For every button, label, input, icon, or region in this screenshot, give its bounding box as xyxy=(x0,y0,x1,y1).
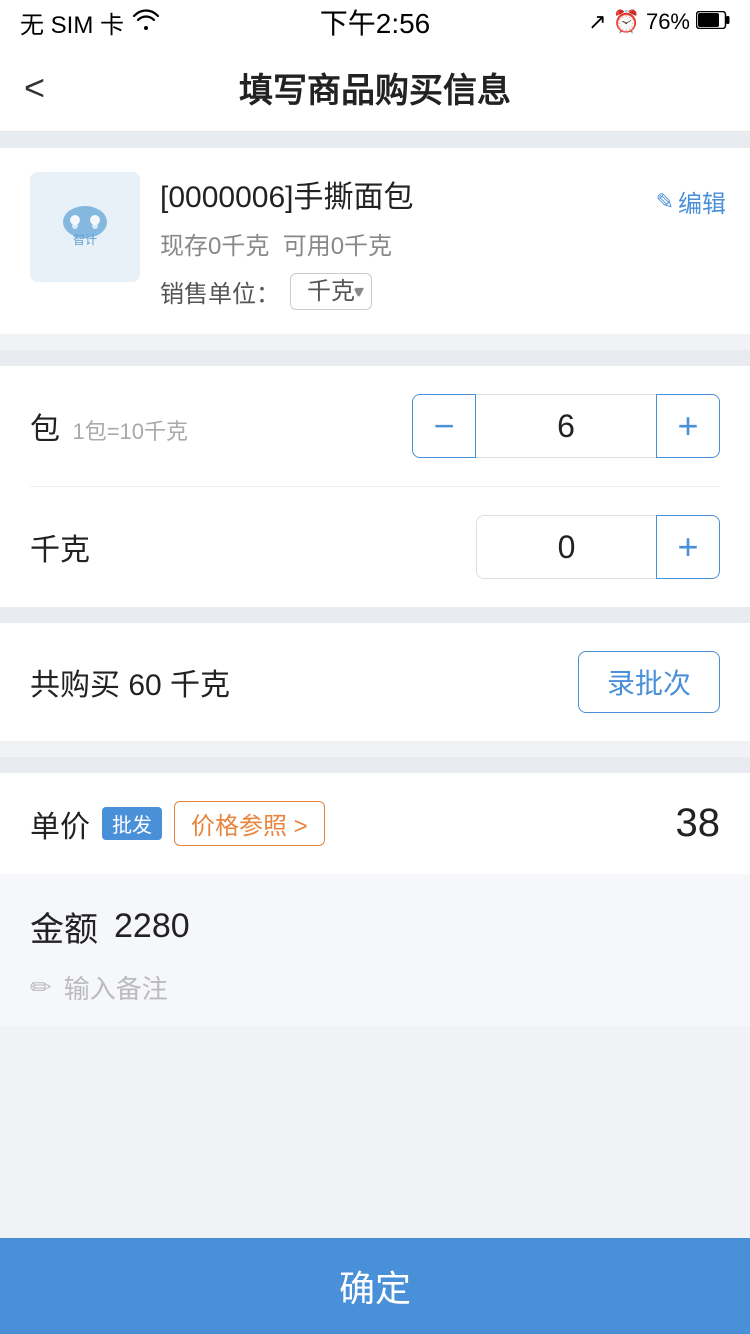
edit-button[interactable]: ✎ 编辑 xyxy=(656,184,726,219)
kg-input-row: 千克 + xyxy=(30,487,720,607)
section-divider-2 xyxy=(0,607,750,623)
product-card: 智计 [0000006]手撕面包 现存0千克 可用0千克 销售单位： 千克 ▾ xyxy=(0,148,750,334)
product-thumbnail: 智计 xyxy=(30,172,140,282)
amount-value: 2280 xyxy=(114,907,190,946)
kg-quantity-input[interactable] xyxy=(476,515,656,579)
unit-select[interactable]: 千克 xyxy=(290,273,372,310)
product-info: [0000006]手撕面包 现存0千克 可用0千克 销售单位： 千克 ▾ xyxy=(160,172,720,310)
status-bar: 无 SIM 卡 下午2:56 ↗ ⏰ 76% xyxy=(0,0,750,44)
main-content: 智计 [0000006]手撕面包 现存0千克 可用0千克 销售单位： 千克 ▾ xyxy=(0,132,750,1126)
bao-input-row: 包 1包=10千克 − + xyxy=(30,366,720,487)
unit-select-wrap[interactable]: 千克 ▾ xyxy=(290,273,372,310)
wifi-icon xyxy=(132,8,160,37)
input-section: 包 1包=10千克 − + 千克 + xyxy=(0,366,750,607)
svg-text:智计: 智计 xyxy=(73,232,97,247)
status-time: 下午2:56 xyxy=(320,2,431,42)
section-divider-3 xyxy=(0,757,750,773)
section-divider-1 xyxy=(0,350,750,366)
summary-section: 共购买 60 千克 录批次 xyxy=(0,623,750,741)
bao-increase-button[interactable]: + xyxy=(656,394,720,458)
summary-text: 共购买 60 千克 xyxy=(30,660,230,704)
price-value: 38 xyxy=(676,801,721,846)
product-unit-row: 销售单位： 千克 ▾ xyxy=(160,273,720,310)
price-reference-button[interactable]: 价格参照 > xyxy=(174,801,325,846)
location-icon: ↗ xyxy=(588,9,606,35)
alarm-icon: ⏰ xyxy=(613,9,640,35)
pencil-icon: ✏ xyxy=(30,972,52,1003)
bao-decrease-button[interactable]: − xyxy=(412,394,476,458)
remark-row[interactable]: ✏ 输入备注 xyxy=(30,969,720,1006)
status-left: 无 SIM 卡 xyxy=(20,5,160,40)
carrier-label: 无 SIM 卡 xyxy=(20,5,124,40)
battery-label: 76% xyxy=(646,9,690,35)
nav-bar: < 填写商品购买信息 xyxy=(0,44,750,132)
price-label-row: 单价 批发 价格参照 > xyxy=(30,801,325,846)
confirm-button[interactable]: 确定 xyxy=(0,1238,750,1334)
back-button[interactable]: < xyxy=(24,67,45,109)
product-name: [0000006]手撕面包 xyxy=(160,172,720,216)
bao-label-group: 包 1包=10千克 xyxy=(30,404,188,448)
bao-quantity-input[interactable] xyxy=(476,394,656,458)
battery-icon xyxy=(696,9,730,35)
price-tag-pifa: 批发 xyxy=(102,807,162,840)
amount-row: 金额 2280 xyxy=(30,902,720,951)
amount-section: 金额 2280 ✏ 输入备注 xyxy=(0,874,750,1026)
kg-stepper: + xyxy=(476,515,720,579)
product-stock: 现存0千克 可用0千克 xyxy=(160,226,720,261)
kg-label-group: 千克 xyxy=(30,525,90,569)
top-divider xyxy=(0,132,750,148)
remark-placeholder[interactable]: 输入备注 xyxy=(64,969,168,1006)
bao-stepper: − + xyxy=(412,394,720,458)
kg-increase-button[interactable]: + xyxy=(656,515,720,579)
price-section: 单价 批发 价格参照 > 38 xyxy=(0,773,750,874)
page-title: 填写商品购买信息 xyxy=(239,63,511,112)
record-batch-button[interactable]: 录批次 xyxy=(578,651,720,713)
status-right: ↗ ⏰ 76% xyxy=(588,9,730,35)
